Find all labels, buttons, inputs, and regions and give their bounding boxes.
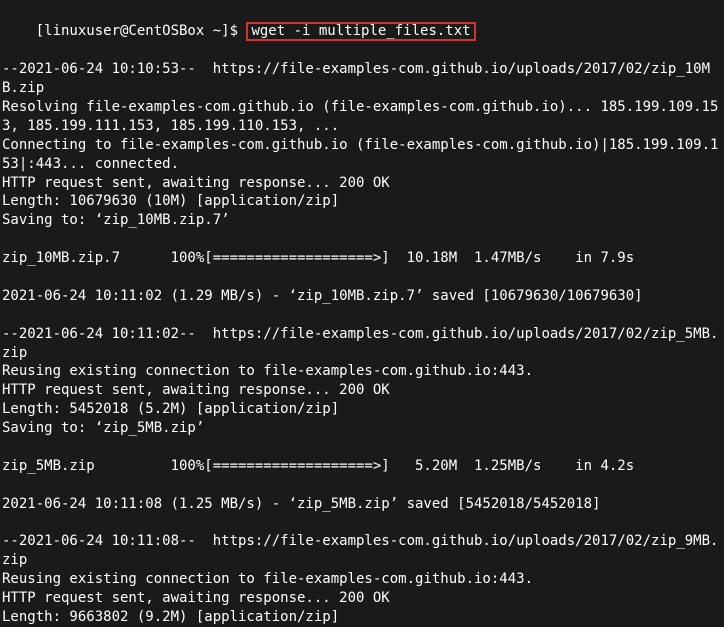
output-line: HTTP request sent, awaiting response... … <box>2 174 722 193</box>
output-line: Resolving file-examples-com.github.io (f… <box>2 98 722 136</box>
output-line: Length: 9663802 (9.2M) [application/zip] <box>2 608 722 627</box>
output-line: 2021-06-24 10:11:02 (1.29 MB/s) - ‘zip_1… <box>2 287 722 306</box>
output-line: HTTP request sent, awaiting response... … <box>2 381 722 400</box>
output-line <box>2 476 722 495</box>
output-line <box>2 230 722 249</box>
output-line: Reusing existing connection to file-exam… <box>2 570 722 589</box>
output-line: --2021-06-24 10:11:08-- https://file-exa… <box>2 532 722 570</box>
output-line: Connecting to file-examples-com.github.i… <box>2 136 722 174</box>
output-line: Reusing existing connection to file-exam… <box>2 362 722 381</box>
output-line <box>2 268 722 287</box>
output-line <box>2 306 722 325</box>
terminal-window[interactable]: [linuxuser@CentOSBox ~]$ wget -i multipl… <box>2 3 722 627</box>
output-line <box>2 438 722 457</box>
output-line: Saving to: ‘zip_10MB.zip.7’ <box>2 211 722 230</box>
output-line: zip_10MB.zip.7 100%[===================>… <box>2 249 722 268</box>
terminal-output: --2021-06-24 10:10:53-- https://file-exa… <box>2 60 722 627</box>
prompt-line: [linuxuser@CentOSBox ~]$ wget -i multipl… <box>2 3 722 60</box>
output-line: 2021-06-24 10:11:08 (1.25 MB/s) - ‘zip_5… <box>2 495 722 514</box>
output-line: --2021-06-24 10:10:53-- https://file-exa… <box>2 60 722 98</box>
output-line: Saving to: ‘zip_5MB.zip’ <box>2 419 722 438</box>
output-line: zip_5MB.zip 100%[===================>] 5… <box>2 457 722 476</box>
output-line: --2021-06-24 10:11:02-- https://file-exa… <box>2 325 722 363</box>
command-highlight: wget -i multiple_files.txt <box>246 22 475 41</box>
output-line: Length: 5452018 (5.2M) [application/zip] <box>2 400 722 419</box>
prompt-user-host: [linuxuser@CentOSBox ~]$ <box>36 23 247 39</box>
output-line: HTTP request sent, awaiting response... … <box>2 589 722 608</box>
output-line: Length: 10679630 (10M) [application/zip] <box>2 192 722 211</box>
output-line <box>2 514 722 533</box>
